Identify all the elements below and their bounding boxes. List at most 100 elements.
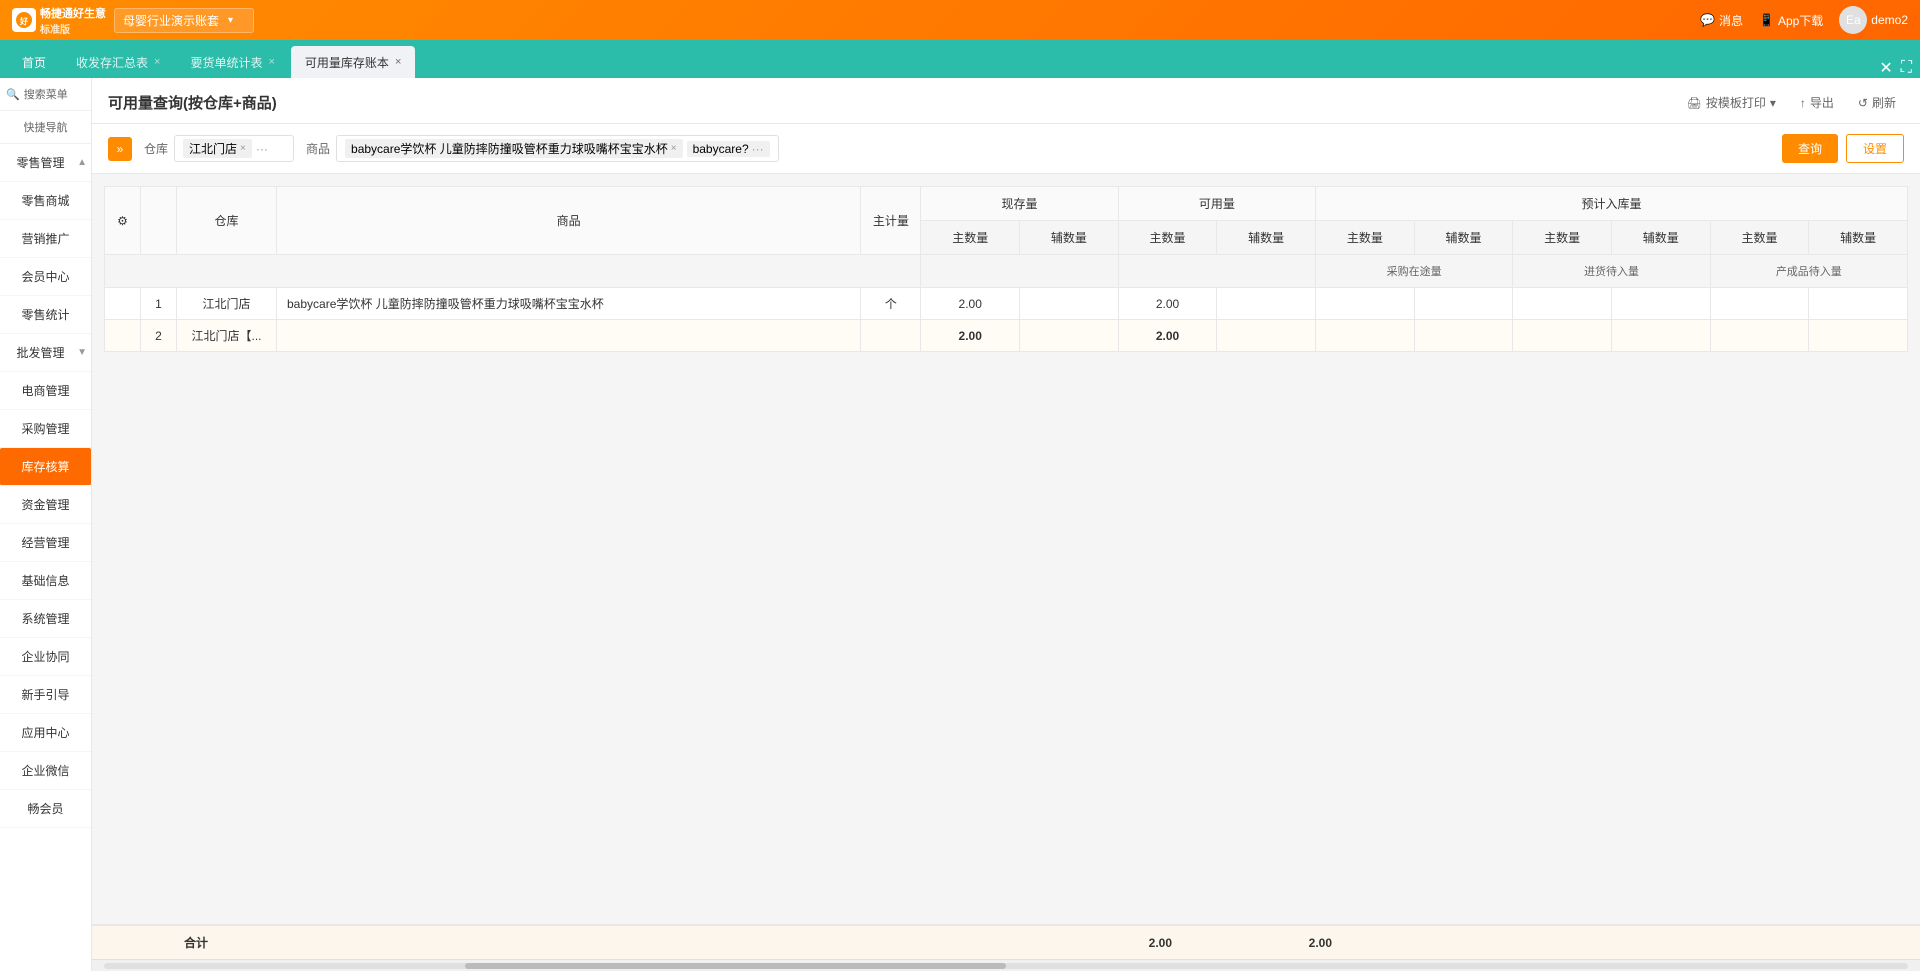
sidebar-item-ops[interactable]: 经营管理 — [0, 524, 91, 562]
tab-inventory-close-icon[interactable]: × — [395, 56, 401, 68]
setting-button[interactable]: 设置 — [1846, 134, 1904, 163]
sidebar-item-wholesale[interactable]: 批发管理 ▼ — [0, 334, 91, 372]
tab-order-label: 要货单统计表 — [190, 54, 262, 71]
sidebar-wholesale-label: 批发管理 — [4, 344, 77, 361]
sidebar-item-retail-stats[interactable]: 零售统计 — [0, 296, 91, 334]
tab-home-label: 首页 — [22, 54, 46, 71]
scroll-thumb[interactable] — [465, 963, 1006, 969]
sidebar-item-marketing[interactable]: 营销推广 — [0, 220, 91, 258]
sidebar-item-retail-mall[interactable]: 零售商城 — [0, 182, 91, 220]
sidebar-appstore-label: 应用中心 — [4, 724, 87, 741]
print-icon: 🖨 — [1687, 96, 1702, 110]
product-filter-label: 商品 — [306, 140, 330, 157]
row2-stock-aux — [1020, 320, 1119, 352]
th-production-aux: 辅数量 — [1809, 221, 1908, 255]
sidebar-item-retail[interactable]: 零售管理 ▲ — [0, 144, 91, 182]
settings-icon: ⚙ — [117, 214, 128, 228]
th-incoming-main: 主数量 — [1513, 221, 1612, 255]
sidebar-item-ecommerce[interactable]: 电商管理 — [0, 372, 91, 410]
sidebar-search[interactable]: 🔍 搜索菜单 — [0, 78, 91, 111]
warehouse-filter-group: 仓库 江北门店 × ··· — [144, 135, 294, 162]
refresh-button[interactable]: ↺ 刷新 — [1850, 90, 1904, 115]
product-filter-field[interactable]: babycare学饮杯 儿童防摔防撞吸管杯重力球吸嘴杯宝宝水杯 × babyca… — [336, 135, 779, 162]
warehouse-filter-more-icon[interactable]: ··· — [256, 142, 268, 156]
sidebar-item-purchase[interactable]: 采购管理 — [0, 410, 91, 448]
tab-inventory[interactable]: 可用量库存账本 × — [291, 46, 415, 78]
industry-selector[interactable]: 母婴行业演示账套 ▾ — [114, 8, 254, 33]
sidebar-item-basic[interactable]: 基础信息 — [0, 562, 91, 600]
sidebar-member-label: 会员中心 — [4, 268, 87, 285]
warehouse-tag-remove-icon[interactable]: × — [240, 143, 246, 154]
topbar: 好 畅捷通好生意 标准版 母婴行业演示账套 ▾ 💬 消息 📱 App下载 Ea … — [0, 0, 1920, 40]
th-available-group: 可用量 — [1118, 187, 1315, 221]
tab-home[interactable]: 首页 — [8, 46, 60, 78]
th-warehouse: 仓库 — [177, 187, 277, 255]
maximize-icon[interactable]: ⛶ — [1901, 59, 1912, 77]
row2-incoming-aux — [1611, 320, 1710, 352]
row2-stock-main: 2.00 — [921, 320, 1020, 352]
app-download-button[interactable]: 📱 App下载 — [1759, 12, 1823, 29]
th-purchase-main: 主数量 — [1316, 221, 1415, 255]
sidebar-item-finance[interactable]: 资金管理 — [0, 486, 91, 524]
sidebar-item-wechat[interactable]: 企业微信 — [0, 752, 91, 790]
product-filter-tag1: babycare学饮杯 儿童防摔防撞吸管杯重力球吸嘴杯宝宝水杯 × — [345, 139, 683, 158]
sidebar-purchase-label: 采购管理 — [4, 420, 87, 437]
user-area[interactable]: Ea demo2 — [1839, 6, 1908, 34]
table-footer: 合计 2.00 2.00 — [92, 924, 1920, 959]
footer-stock-main: 2.00 — [1108, 936, 1188, 950]
horizontal-scrollbar[interactable] — [92, 959, 1920, 971]
sidebar-item-member[interactable]: 会员中心 — [0, 258, 91, 296]
print-button[interactable]: 🖨 按模板打印 ▾ — [1679, 90, 1784, 115]
logo-sub-text: 标准版 — [40, 21, 106, 36]
row2-purchase-aux — [1414, 320, 1513, 352]
table-subgroup-header-row: 采购在途量 进货待入量 产成品待入量 — [105, 255, 1908, 288]
product-filter-tag2: babycare? ··· — [687, 141, 770, 157]
logo: 好 畅捷通好生意 标准版 — [12, 5, 106, 36]
sidebar: 🔍 搜索菜单 快捷导航 零售管理 ▲ 零售商城 营销推广 会员中心 零售统计 批… — [0, 78, 92, 971]
table-row: 1 江北门店 babycare学饮杯 儿童防摔防撞吸管杯重力球吸嘴杯宝宝水杯 个… — [105, 288, 1908, 320]
logo-text-group: 畅捷通好生意 标准版 — [40, 5, 106, 36]
sidebar-quicknav[interactable]: 快捷导航 — [0, 111, 91, 144]
row1-warehouse: 江北门店 — [177, 288, 277, 320]
row2-production-aux — [1809, 320, 1908, 352]
th-available-aux: 辅数量 — [1217, 221, 1316, 255]
row1-settings — [105, 288, 141, 320]
th-production-group-label: 产成品待入量 — [1710, 255, 1907, 288]
sidebar-item-system[interactable]: 系统管理 — [0, 600, 91, 638]
print-dropdown-icon: ▾ — [1770, 96, 1776, 110]
th-purchase-group-label: 采购在途量 — [1316, 255, 1513, 288]
product-tag1-remove-icon[interactable]: × — [671, 143, 677, 154]
sidebar-system-label: 系统管理 — [4, 610, 87, 627]
close-all-tabs-icon[interactable]: ✕ — [1879, 58, 1892, 78]
sidebar-item-appstore[interactable]: 应用中心 — [0, 714, 91, 752]
th-stock-group: 现存量 — [921, 187, 1118, 221]
tab-income[interactable]: 收发存汇总表 × — [62, 46, 174, 78]
warehouse-filter-field[interactable]: 江北门店 × ··· — [174, 135, 294, 162]
row2-unit — [861, 320, 921, 352]
tab-order-close-icon[interactable]: × — [268, 56, 274, 68]
sidebar-inventory-mgmt-label: 库存核算 — [4, 458, 87, 475]
sidebar-item-vip[interactable]: 畅会员 — [0, 790, 91, 828]
sidebar-item-inventory-mgmt[interactable]: 库存核算 — [0, 448, 91, 486]
sidebar-ecommerce-label: 电商管理 — [4, 382, 87, 399]
filter-toggle-button[interactable]: » — [108, 137, 132, 161]
footer-available-main: 2.00 — [1268, 936, 1348, 950]
th-incoming-aux: 辅数量 — [1611, 221, 1710, 255]
tab-income-close-icon[interactable]: × — [154, 56, 160, 68]
sidebar-item-collab[interactable]: 企业协同 — [0, 638, 91, 676]
row2-product — [277, 320, 861, 352]
query-button[interactable]: 查询 — [1782, 134, 1838, 163]
sidebar-wechat-label: 企业微信 — [4, 762, 87, 779]
warehouse-filter-label: 仓库 — [144, 140, 168, 157]
message-label: 消息 — [1719, 12, 1743, 29]
export-icon: ↑ — [1800, 96, 1806, 110]
sidebar-marketing-label: 营销推广 — [4, 230, 87, 247]
export-button[interactable]: ↑ 导出 — [1792, 90, 1842, 115]
product-tag2-more-icon[interactable]: ··· — [752, 142, 764, 156]
sidebar-item-newbie[interactable]: 新手引导 — [0, 676, 91, 714]
sidebar-ops-label: 经营管理 — [4, 534, 87, 551]
message-button[interactable]: 💬 消息 — [1700, 12, 1743, 29]
sidebar-wholesale-arrow-icon: ▼ — [77, 347, 87, 358]
tab-order[interactable]: 要货单统计表 × — [176, 46, 288, 78]
warehouse-tag-value: 江北门店 — [189, 140, 237, 157]
